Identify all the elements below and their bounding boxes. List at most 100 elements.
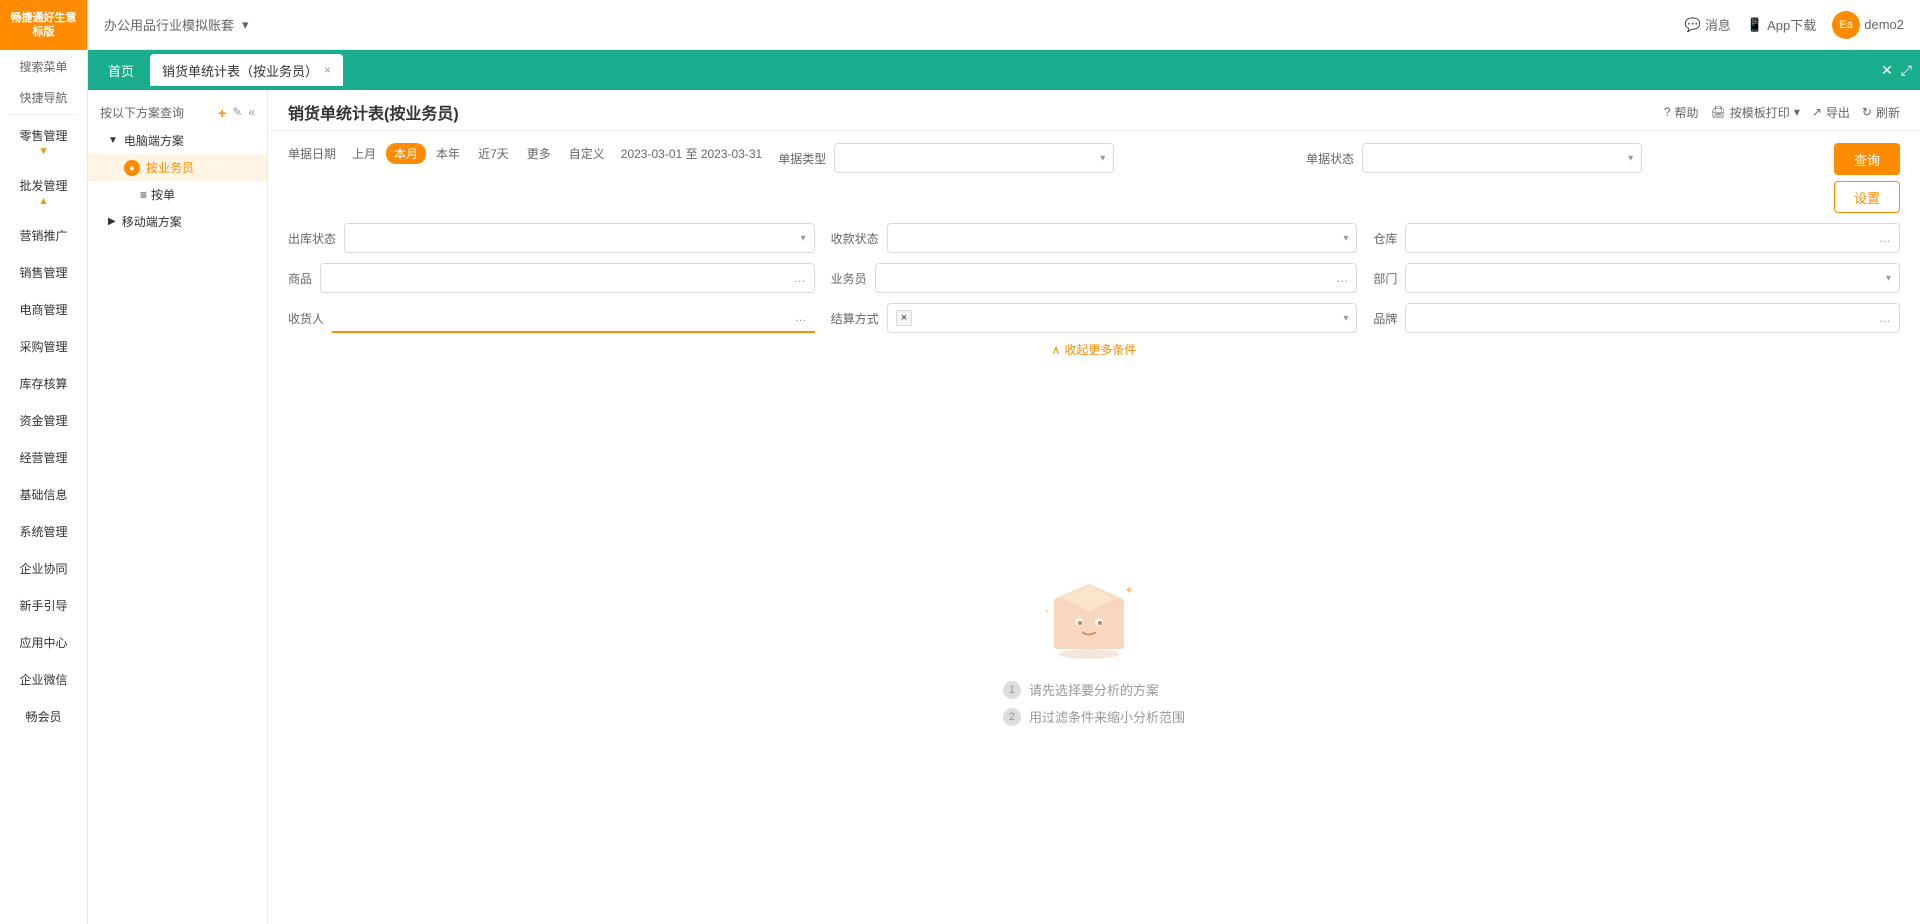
receiver-input[interactable]: … [332,303,815,333]
sidebar-finance-label: 资金管理 [19,412,67,429]
sidebar-item-sales[interactable]: 销售管理 [0,254,87,291]
collapse-filter-btn[interactable]: ∧ 收起更多条件 [288,333,1900,366]
app-download-label: App下载 [1767,15,1816,34]
sidebar-guide-label: 新手引导 [19,597,67,614]
app-download-icon: 📱 [1747,17,1763,33]
filter-brand: 品牌 … [1373,303,1900,333]
sidebar-item-marketing[interactable]: 营销推广 [0,217,87,254]
user-profile[interactable]: Ea demo2 [1832,11,1904,39]
sidebar-item-purchase[interactable]: 采购管理 [0,328,87,365]
warehouse-input[interactable]: … [1405,223,1900,253]
date-tabs-group: 上月 本月 本年 近7天 更多 自定义 [344,143,613,164]
right-panel: 销货单统计表(按业务员) ? 帮助 🖨 按模板打印 ▾ ↗ 导出 [268,90,1920,924]
sidebar-item-retail[interactable]: 零售管理 ▼ [0,117,87,167]
sidebar-quick-nav[interactable]: 快捷导航 [0,83,87,112]
user-name: demo2 [1864,17,1904,32]
sidebar: 畅捷通好生意 标版 搜索菜单 快捷导航 零售管理 ▼ 批发管理 ▲ 营销推广 销… [0,0,88,924]
sidebar-item-guide[interactable]: 新手引导 [0,587,87,624]
doc-status-label: 单据状态 [1306,150,1354,167]
tree-mobile-section[interactable]: ▶ 移动端方案 [88,208,267,235]
out-status-select[interactable]: ▾ [344,223,815,253]
salesperson-label: 业务员 [831,270,867,287]
date-tab-more[interactable]: 更多 [519,143,559,164]
out-status-arrow: ▾ [801,233,806,244]
industry-dropdown-icon[interactable]: ▾ [242,17,249,33]
date-tab-last-month[interactable]: 上月 [344,143,384,164]
tree-item-by-salesperson[interactable]: ● 按业务员 [88,154,267,181]
warehouse-label: 仓库 [1373,230,1397,247]
left-panel-title: 按以下方案查询 [100,104,184,121]
query-button[interactable]: 查询 [1834,143,1900,175]
tab-sales-stats-label: 销货单统计表（按业务员） [162,61,318,80]
doc-status-arrow: ▾ [1628,153,1633,164]
filter-doc-type: 单据类型 ▾ [778,143,1290,173]
product-input[interactable]: … [320,263,815,293]
tree-desktop-section[interactable]: ▼ 电脑端方案 [88,127,267,154]
maximize-window-icon[interactable]: ⤢ [1901,62,1912,79]
sidebar-item-ecommerce[interactable]: 电商管理 [0,291,87,328]
export-btn[interactable]: ↗ 导出 [1812,104,1850,121]
tab-home[interactable]: 首页 [96,54,146,86]
close-window-icon[interactable]: ✕ [1881,62,1893,79]
help-btn[interactable]: ? 帮助 [1664,104,1699,121]
sidebar-item-wechat[interactable]: 企业微信 [0,661,87,698]
department-select[interactable]: ▾ [1405,263,1900,293]
sidebar-search[interactable]: 搜索菜单 [0,50,87,83]
sidebar-retail-arrow: ▼ [39,146,49,157]
settlement-tag-close[interactable]: × [901,312,907,324]
collect-status-label: 收款状态 [831,230,879,247]
left-panel-icons: + ✎ « [218,105,255,121]
tab-window-actions: ✕ ⤢ [1881,62,1912,79]
print-dropdown-icon[interactable]: ▾ [1794,105,1800,119]
tab-home-label: 首页 [108,61,134,80]
tree-desktop-label: 电脑端方案 [124,132,184,149]
edit-scheme-icon[interactable]: ✎ [232,105,242,121]
page-header: 销货单统计表(按业务员) ? 帮助 🖨 按模板打印 ▾ ↗ 导出 [268,90,1920,131]
refresh-label: 刷新 [1876,104,1900,121]
date-tab-current-month[interactable]: 本月 [386,143,426,164]
tree-desktop-arrow: ▼ [108,135,118,146]
sidebar-item-basic[interactable]: 基础信息 [0,476,87,513]
tree-item-by-order[interactable]: ≡ 按单 [88,181,267,208]
tree-salesperson-label: 按业务员 [146,159,194,176]
doc-type-select[interactable]: ▾ [834,143,1114,173]
sidebar-item-apps[interactable]: 应用中心 [0,624,87,661]
sidebar-item-system[interactable]: 系统管理 [0,513,87,550]
sidebar-item-finance[interactable]: 资金管理 [0,402,87,439]
date-tab-custom[interactable]: 自定义 [561,143,613,164]
filter-doc-status: 单据状态 ▾ [1306,143,1818,173]
export-icon: ↗ [1812,105,1822,119]
sidebar-item-enterprise[interactable]: 企业协同 [0,550,87,587]
add-scheme-icon[interactable]: + [218,105,226,121]
app-download-btn[interactable]: 📱 App下载 [1747,15,1816,34]
tab-close-icon[interactable]: × [324,63,331,77]
sidebar-item-operations[interactable]: 经营管理 [0,439,87,476]
sidebar-item-member[interactable]: 畅会员 [0,698,87,735]
left-panel-header: 按以下方案查询 + ✎ « [88,98,267,127]
print-btn[interactable]: 🖨 按模板打印 ▾ [1711,104,1800,121]
doc-type-arrow: ▾ [1100,153,1105,164]
sidebar-operations-label: 经营管理 [19,449,67,466]
collapse-icon: ∧ [1052,343,1061,357]
top-bar-left: 办公用品行业模拟账套 ▾ [104,15,249,34]
message-icon: 💬 [1685,17,1701,33]
doc-status-select[interactable]: ▾ [1362,143,1642,173]
tab-sales-stats[interactable]: 销货单统计表（按业务员） × [150,54,343,86]
collapse-panel-icon[interactable]: « [248,105,255,121]
refresh-btn[interactable]: ↻ 刷新 [1862,104,1900,121]
settings-button[interactable]: 设置 [1834,181,1900,213]
sidebar-item-inventory[interactable]: 库存核算 [0,365,87,402]
tip2-text: 用过滤条件来缩小分析范围 [1029,707,1185,726]
salesperson-input[interactable]: … [875,263,1358,293]
date-tab-current-year[interactable]: 本年 [428,143,468,164]
collect-status-select[interactable]: ▾ [887,223,1358,253]
date-tab-7days[interactable]: 近7天 [470,143,517,164]
tree-mobile-arrow: ▶ [108,216,116,227]
brand-input[interactable]: … [1405,303,1900,333]
tab-bar: 首页 销货单统计表（按业务员） × ✕ ⤢ [88,50,1920,90]
refresh-icon: ↻ [1862,105,1872,119]
sidebar-item-wholesale[interactable]: 批发管理 ▲ [0,167,87,217]
sidebar-basic-label: 基础信息 [19,486,67,503]
settlement-select[interactable]: × ▾ [887,303,1358,333]
message-btn[interactable]: 💬 消息 [1685,15,1731,34]
